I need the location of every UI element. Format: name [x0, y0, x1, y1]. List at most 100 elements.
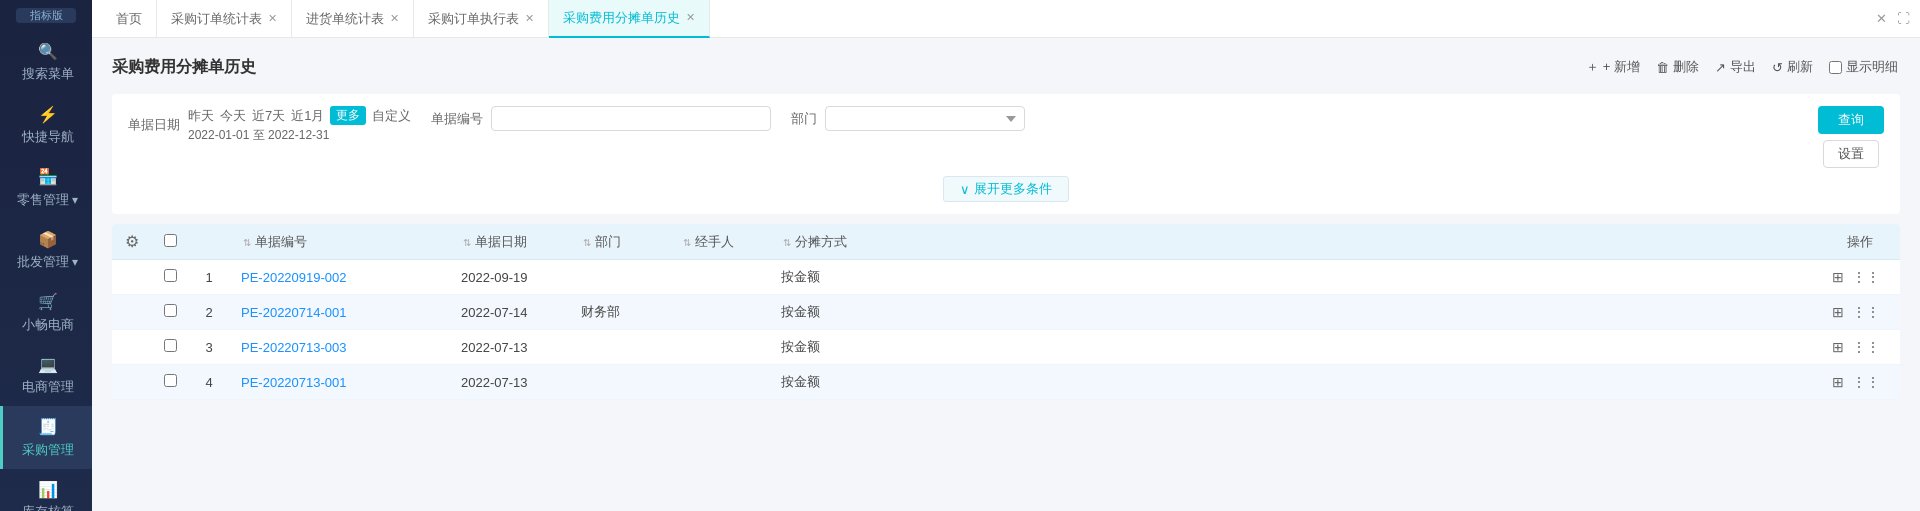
sidebar-item-retail[interactable]: 🏪 零售管理 ▾ [0, 156, 92, 219]
row-checkbox-2[interactable] [164, 339, 177, 352]
export-button[interactable]: ↗ 导出 [1713, 54, 1758, 80]
row-method-cell: 按金额 [769, 365, 1820, 400]
col-check [152, 224, 189, 260]
filter-row: 单据日期 昨天 今天 近7天 近1月 更多 自定义 2022-01-01 至 2… [128, 106, 1884, 168]
content-area: 采购费用分摊单历史 ＋ + 新增 🗑 删除 ↗ 导出 ↺ 刷新 [92, 38, 1920, 511]
table-container: ⚙ ⇅ 单据编号 ⇅ 单据日期 [112, 224, 1900, 400]
tab-close-incoming-stats[interactable]: ✕ [390, 12, 399, 25]
query-button[interactable]: 查询 [1818, 106, 1884, 134]
row-settings-cell [112, 295, 152, 330]
sort-icon-date: ⇅ [463, 237, 471, 248]
row-view-icon-3[interactable]: ⊞ [1832, 374, 1844, 390]
date-today[interactable]: 今天 [220, 107, 246, 125]
tab-home[interactable]: 首页 [102, 0, 157, 38]
date-links-row: 昨天 今天 近7天 近1月 更多 自定义 [188, 106, 411, 125]
col-handler: ⇅ 经手人 [669, 224, 769, 260]
date-7days[interactable]: 近7天 [252, 107, 285, 125]
export-icon: ↗ [1715, 60, 1726, 75]
tab-close-purchase-order-stats[interactable]: ✕ [268, 12, 277, 25]
search-icon: 🔍 [9, 41, 86, 63]
row-view-icon-2[interactable]: ⊞ [1832, 339, 1844, 355]
tab-close-purchase-order-exec[interactable]: ✕ [525, 12, 534, 25]
row-code-link-0[interactable]: PE-20220919-002 [241, 270, 347, 285]
row-more-icon-0[interactable]: ⋮⋮ [1852, 269, 1880, 285]
row-dept-cell: 财务部 [569, 295, 669, 330]
row-date-cell: 2022-07-13 [449, 365, 569, 400]
sidebar-item-quicknav[interactable]: ⚡ 快捷导航 [0, 94, 92, 157]
filter-expand-row: ∨ 展开更多条件 [128, 176, 1884, 202]
row-settings-cell [112, 365, 152, 400]
table-row: 3 PE-20220713-003 2022-07-13 按金额 ⊞ ⋮⋮ [112, 330, 1900, 365]
sort-icon-handler: ⇅ [683, 237, 691, 248]
tab-purchase-cost-history[interactable]: 采购费用分摊单历史 ✕ [549, 0, 710, 38]
filter-orderno-group: 单据编号 [431, 106, 771, 131]
refresh-button[interactable]: ↺ 刷新 [1770, 54, 1815, 80]
tab-close-purchase-cost-history[interactable]: ✕ [686, 11, 695, 24]
dept-select[interactable]: 财务部 [825, 106, 1025, 131]
row-checkbox-1[interactable] [164, 304, 177, 317]
tab-bar-maximize-icon[interactable]: ⛶ [1897, 11, 1910, 26]
row-code-cell: PE-20220714-001 [229, 295, 449, 330]
add-button[interactable]: ＋ + 新增 [1584, 54, 1642, 80]
page-header: 采购费用分摊单历史 ＋ + 新增 🗑 删除 ↗ 导出 ↺ 刷新 [112, 54, 1900, 80]
row-method-cell: 按金额 [769, 330, 1820, 365]
row-more-icon-2[interactable]: ⋮⋮ [1852, 339, 1880, 355]
tab-incoming-stats[interactable]: 进货单统计表 ✕ [292, 0, 414, 38]
sidebar-item-wholesale[interactable]: 📦 批发管理 ▾ [0, 219, 92, 282]
sidebar-logo: 指标版 [16, 8, 76, 23]
table-row: 4 PE-20220713-001 2022-07-13 按金额 ⊞ ⋮⋮ [112, 365, 1900, 400]
row-date-cell: 2022-09-19 [449, 260, 569, 295]
col-method: ⇅ 分摊方式 [769, 224, 1820, 260]
row-code-cell: PE-20220919-002 [229, 260, 449, 295]
tab-purchase-order-stats[interactable]: 采购订单统计表 ✕ [157, 0, 292, 38]
row-handler-cell [669, 260, 769, 295]
row-more-icon-1[interactable]: ⋮⋮ [1852, 304, 1880, 320]
row-code-cell: PE-20220713-003 [229, 330, 449, 365]
tab-purchase-order-exec[interactable]: 采购订单执行表 ✕ [414, 0, 549, 38]
delete-button[interactable]: 🗑 删除 [1654, 54, 1701, 80]
date-range-display: 2022-01-01 至 2022-12-31 [188, 127, 411, 144]
orderno-input[interactable] [491, 106, 771, 131]
date-more[interactable]: 更多 [330, 106, 366, 125]
row-handler-cell [669, 295, 769, 330]
row-method-cell: 按金额 [769, 260, 1820, 295]
row-method-cell: 按金额 [769, 295, 1820, 330]
orderno-label: 单据编号 [431, 110, 483, 128]
col-action: 操作 [1820, 224, 1900, 260]
show-details-button[interactable]: 显示明细 [1827, 54, 1900, 80]
date-yesterday[interactable]: 昨天 [188, 107, 214, 125]
row-code-link-3[interactable]: PE-20220713-001 [241, 375, 347, 390]
sidebar-item-inventory[interactable]: 📊 库存核算 [0, 469, 92, 511]
row-check-cell [152, 295, 189, 330]
chevron-down-icon: ∨ [960, 182, 970, 197]
sidebar-item-purchase[interactable]: 🧾 采购管理 [0, 406, 92, 469]
expand-more-button[interactable]: ∨ 展开更多条件 [943, 176, 1069, 202]
sidebar-item-search[interactable]: 🔍 搜索菜单 [0, 31, 92, 94]
data-table: ⚙ ⇅ 单据编号 ⇅ 单据日期 [112, 224, 1900, 400]
sidebar-item-ecommerce[interactable]: 💻 电商管理 [0, 344, 92, 407]
refresh-icon: ↺ [1772, 60, 1783, 75]
row-checkbox-3[interactable] [164, 374, 177, 387]
row-view-icon-1[interactable]: ⊞ [1832, 304, 1844, 320]
show-details-checkbox[interactable] [1829, 61, 1842, 74]
column-settings-icon[interactable]: ⚙ [125, 233, 139, 250]
row-code-link-1[interactable]: PE-20220714-001 [241, 305, 347, 320]
sidebar-item-micro[interactable]: 🛒 小畅电商 [0, 281, 92, 344]
micro-icon: 🛒 [9, 291, 86, 313]
row-settings-cell [112, 260, 152, 295]
row-more-icon-3[interactable]: ⋮⋮ [1852, 374, 1880, 390]
row-checkbox-0[interactable] [164, 269, 177, 282]
row-date-cell: 2022-07-14 [449, 295, 569, 330]
row-code-link-2[interactable]: PE-20220713-003 [241, 340, 347, 355]
row-date-cell: 2022-07-13 [449, 330, 569, 365]
select-all-checkbox[interactable] [164, 234, 177, 247]
date-1month[interactable]: 近1月 [291, 107, 324, 125]
filter-dept-group: 部门 财务部 [791, 106, 1025, 131]
toolbar: ＋ + 新增 🗑 删除 ↗ 导出 ↺ 刷新 显示明细 [1584, 54, 1900, 80]
row-dept-cell [569, 260, 669, 295]
row-handler-cell [669, 365, 769, 400]
setting-button[interactable]: 设置 [1823, 140, 1879, 168]
row-view-icon-0[interactable]: ⊞ [1832, 269, 1844, 285]
tab-bar-close-icon[interactable]: ✕ [1876, 11, 1887, 26]
date-custom[interactable]: 自定义 [372, 107, 411, 125]
